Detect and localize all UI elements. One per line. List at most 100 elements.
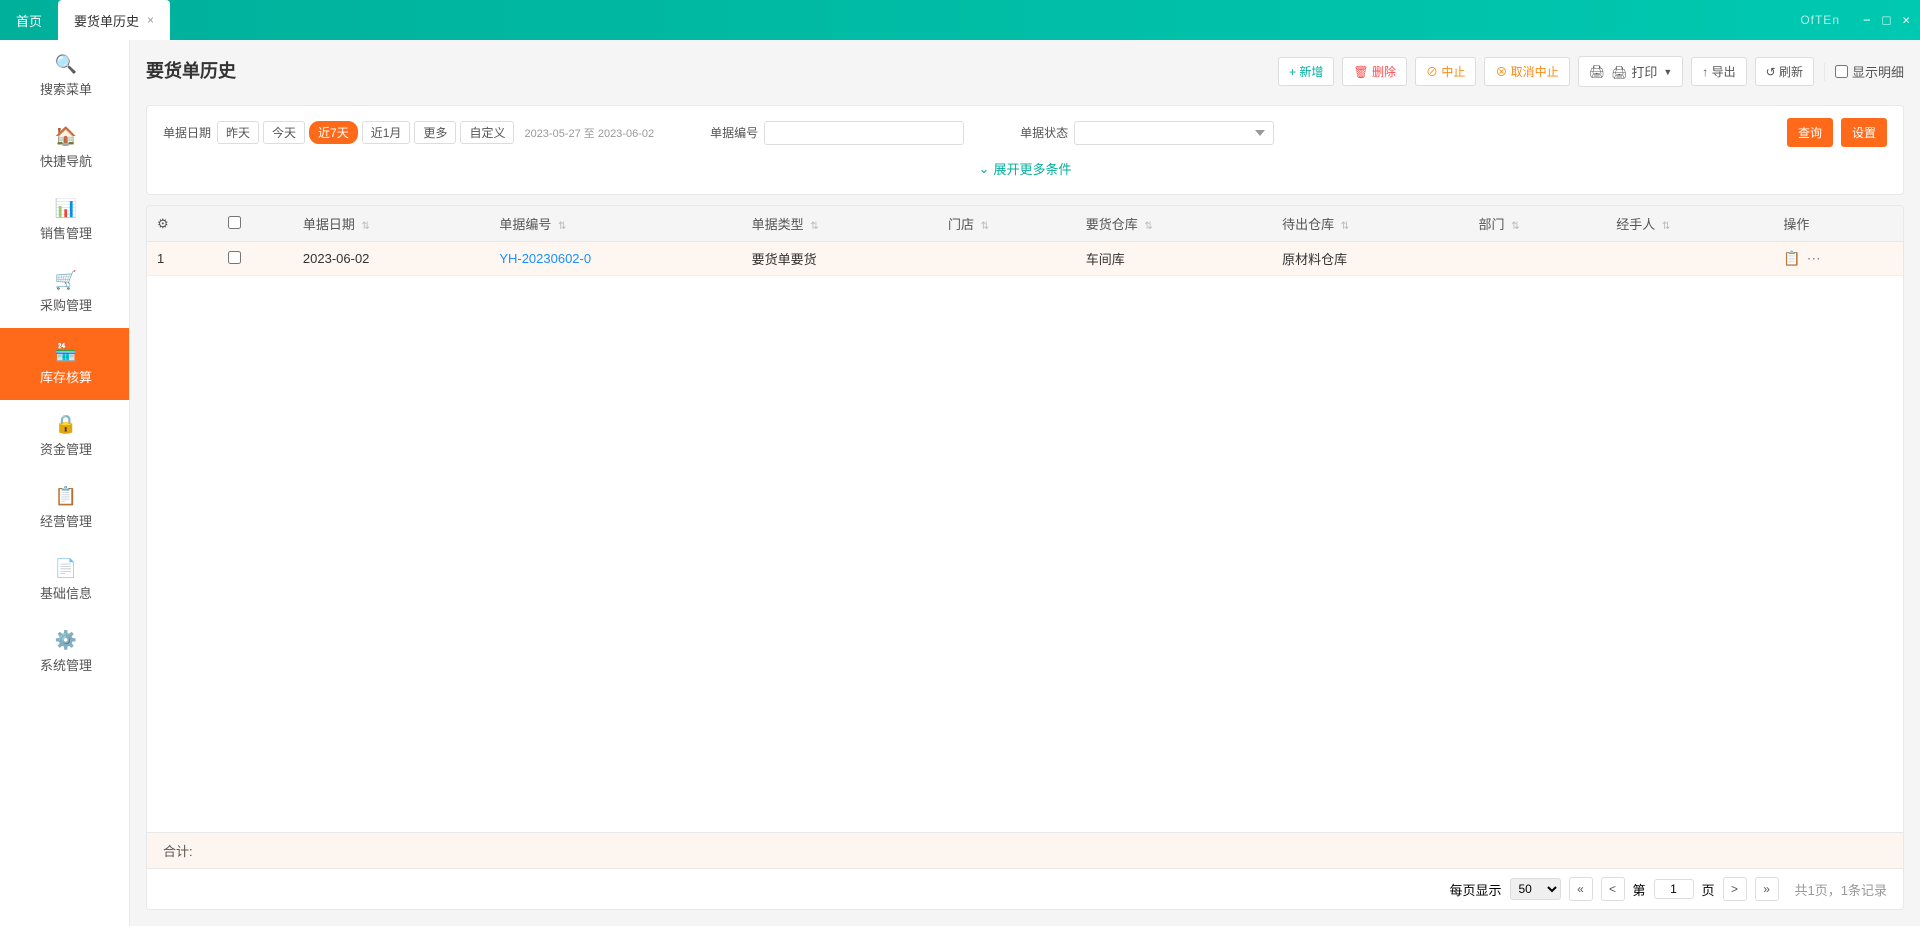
sort-date-icon[interactable]: ⇅ [362, 221, 370, 232]
export-button[interactable]: ↑ 导出 [1691, 57, 1746, 86]
settings-button[interactable]: 设置 [1841, 118, 1887, 147]
sort-order-type-icon[interactable]: ⇅ [810, 221, 818, 232]
tab-requisition-history[interactable]: 要货单历史 × [58, 0, 170, 40]
sidebar-item-quick-nav-label: 快捷导航 [40, 151, 92, 170]
date-btn-today[interactable]: 今天 [263, 121, 305, 144]
sidebar-item-quick-nav[interactable]: 🏠 快捷导航 [0, 112, 129, 184]
sidebar-item-operations[interactable]: 📋 经营管理 [0, 472, 129, 544]
cancel-stop-button[interactable]: ⊗ 取消中止 [1484, 57, 1569, 86]
new-button[interactable]: + 新增 [1278, 57, 1334, 86]
filter-area: 单据日期 昨天 今天 近7天 近1月 更多 自定义 2023-05-27 至 2… [146, 105, 1904, 195]
sort-department-icon[interactable]: ⇅ [1511, 221, 1519, 232]
sort-pending-warehouse-icon[interactable]: ⇅ [1341, 221, 1349, 232]
search-icon: 🔍 [55, 54, 77, 75]
filter-row-1: 单据日期 昨天 今天 近7天 近1月 更多 自定义 2023-05-27 至 2… [163, 118, 1887, 147]
main-layout: 🔍 搜索菜单 🏠 快捷导航 📊 销售管理 🛒 采购管理 🏪 库存核算 🔒 资金管… [0, 40, 1920, 926]
first-page-button[interactable]: « [1569, 877, 1593, 901]
sidebar: 🔍 搜索菜单 🏠 快捷导航 📊 销售管理 🛒 采购管理 🏪 库存核算 🔒 资金管… [0, 40, 130, 926]
status-select[interactable] [1074, 121, 1274, 145]
basic-info-icon: 📄 [55, 558, 77, 579]
query-button[interactable]: 查询 [1787, 118, 1833, 147]
page-number-input[interactable]: 1 [1654, 879, 1694, 899]
print-dropdown-icon: ▼ [1663, 67, 1672, 77]
settings-col-icon[interactable]: ⚙ [157, 216, 169, 231]
tab-bar: 首页 要货单历史 × [0, 0, 170, 40]
col-department-label: 部门 [1479, 217, 1505, 232]
cell-actions: 📋 ⋯ [1773, 242, 1903, 276]
stop-button[interactable]: ⊘ 中止 [1415, 57, 1476, 86]
sort-order-no-icon[interactable]: ⇅ [558, 221, 566, 232]
per-page-label: 每页显示 [1449, 880, 1501, 899]
col-department: 部门 ⇅ [1469, 206, 1607, 242]
sidebar-item-purchase-label: 采购管理 [40, 295, 92, 314]
top-bar: 首页 要货单历史 × OfTEn − □ × [0, 0, 1920, 40]
col-handler-label: 经手人 [1616, 217, 1655, 232]
expand-button[interactable]: ⌄ 展开更多条件 [975, 155, 1076, 182]
date-btn-7days[interactable]: 近7天 [309, 121, 358, 144]
order-no-link[interactable]: YH-20230602-0 [499, 251, 591, 266]
sidebar-item-search-label: 搜索菜单 [40, 79, 92, 98]
sidebar-item-sales[interactable]: 📊 销售管理 [0, 184, 129, 256]
order-no-input[interactable] [764, 121, 964, 145]
sidebar-item-search[interactable]: 🔍 搜索菜单 [0, 40, 129, 112]
tab-close-icon[interactable]: × [147, 13, 154, 27]
date-btn-yesterday[interactable]: 昨天 [217, 121, 259, 144]
date-btn-custom[interactable]: 自定义 [460, 121, 514, 144]
date-btn-more[interactable]: 更多 [414, 121, 456, 144]
tab-home[interactable]: 首页 [0, 0, 58, 40]
print-button[interactable]: 🖨 🖨 打印 ▼ [1578, 56, 1684, 87]
col-date: 单据日期 ⇅ [293, 206, 489, 242]
sort-store-icon[interactable]: ⇅ [981, 221, 989, 232]
sort-handler-icon[interactable]: ⇅ [1662, 221, 1670, 232]
per-page-select[interactable]: 50 20 100 [1510, 878, 1561, 900]
date-btn-1month[interactable]: 近1月 [362, 121, 411, 144]
col-order-no: 单据编号 ⇅ [489, 206, 741, 242]
table-scroll-area: ⚙ 单据日期 ⇅ 单据编号 ⇅ [147, 206, 1903, 832]
purchase-icon: 🛒 [55, 270, 77, 291]
minimize-button[interactable]: − [1863, 13, 1871, 28]
sort-req-warehouse-icon[interactable]: ⇅ [1144, 221, 1152, 232]
close-window-button[interactable]: × [1902, 13, 1910, 28]
sidebar-item-basic-info[interactable]: 📄 基础信息 [0, 544, 129, 616]
page-prefix: 第 [1633, 880, 1646, 899]
cell-order-no: YH-20230602-0 [489, 242, 741, 276]
refresh-button[interactable]: ↺ 刷新 [1755, 57, 1814, 86]
sidebar-item-operations-label: 经营管理 [40, 511, 92, 530]
sidebar-item-system[interactable]: ⚙️ 系统管理 [0, 616, 129, 688]
pagination: 每页显示 50 20 100 « < 第 1 页 > » 共1页，1条记录 [147, 868, 1903, 909]
tab-home-label: 首页 [16, 11, 42, 30]
col-order-type: 单据类型 ⇅ [742, 206, 938, 242]
col-store: 门店 ⇅ [938, 206, 1076, 242]
summary-row: 合计: [147, 832, 1903, 868]
maximize-button[interactable]: □ [1883, 13, 1891, 28]
status-label: 单据状态 [1020, 124, 1068, 141]
content-area: 要货单历史 + 新增 🗑 删除 ⊘ 中止 ⊗ 取消中止 🖨 🖨 打印 ▼ ↑ 导… [130, 40, 1920, 926]
display-detail-checkbox[interactable] [1835, 65, 1848, 78]
table-container: ⚙ 单据日期 ⇅ 单据编号 ⇅ [146, 205, 1904, 910]
prev-page-button[interactable]: < [1601, 877, 1625, 901]
select-all-checkbox[interactable] [228, 216, 241, 229]
display-detail-text: 显示明细 [1852, 62, 1904, 81]
col-actions: 操作 [1773, 206, 1903, 242]
sidebar-item-inventory[interactable]: 🏪 库存核算 [0, 328, 129, 400]
filter-status: 单据状态 [1020, 121, 1274, 145]
action-icons: 📋 ⋯ [1783, 250, 1893, 267]
col-order-type-label: 单据类型 [752, 217, 804, 232]
toolbar: + 新增 🗑 删除 ⊘ 中止 ⊗ 取消中止 🖨 🖨 打印 ▼ ↑ 导出 ↺ 刷新… [1278, 56, 1904, 87]
delete-button[interactable]: 🗑 删除 [1342, 57, 1407, 86]
system-icon: ⚙️ [55, 630, 77, 651]
view-action-icon[interactable]: 📋 [1783, 250, 1800, 267]
table-header: ⚙ 单据日期 ⇅ 单据编号 ⇅ [147, 206, 1903, 242]
row-checkbox[interactable] [228, 251, 241, 264]
sidebar-item-purchase[interactable]: 🛒 采购管理 [0, 256, 129, 328]
col-settings: ⚙ [147, 206, 218, 242]
display-detail-label: 显示明细 [1835, 62, 1904, 81]
toolbar-divider [1824, 63, 1825, 81]
last-page-button[interactable]: » [1755, 877, 1779, 901]
sidebar-item-basic-info-label: 基础信息 [40, 583, 92, 602]
col-store-label: 门店 [948, 217, 974, 232]
more-action-icon[interactable]: ⋯ [1807, 250, 1821, 267]
sidebar-item-finance[interactable]: 🔒 资金管理 [0, 400, 129, 472]
next-page-button[interactable]: > [1723, 877, 1747, 901]
home-icon: 🏠 [55, 126, 77, 147]
